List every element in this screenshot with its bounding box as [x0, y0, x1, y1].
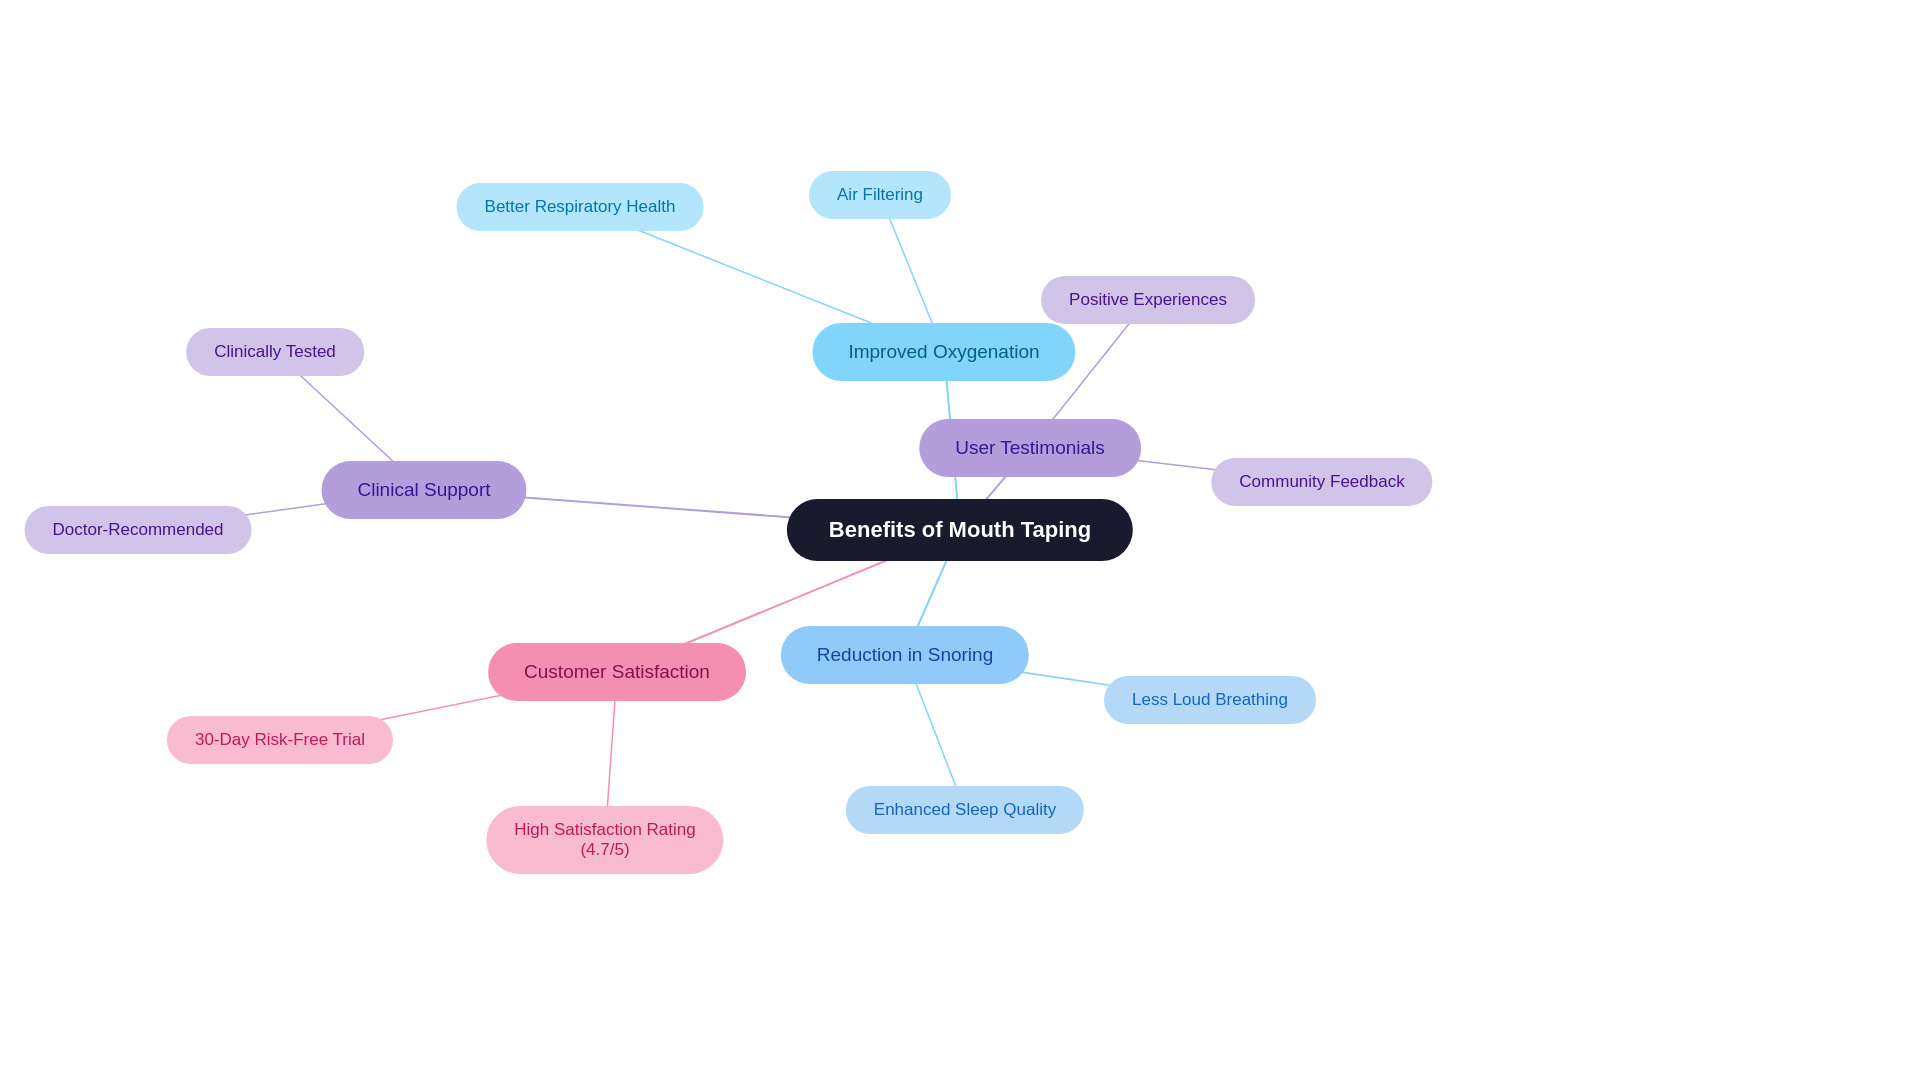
- mind-map: Benefits of Mouth Taping Improved Oxygena…: [0, 0, 1920, 1083]
- node-better-respiratory: Better Respiratory Health: [457, 183, 704, 231]
- node-customer-satisfaction: Customer Satisfaction: [488, 643, 746, 701]
- node-community-feedback: Community Feedback: [1211, 458, 1432, 506]
- node-air-filtering: Air Filtering: [809, 171, 951, 219]
- node-clinical-support: Clinical Support: [321, 461, 526, 519]
- node-high-satisfaction: High Satisfaction Rating (4.7/5): [486, 806, 723, 874]
- node-reduction-snoring: Reduction in Snoring: [781, 626, 1029, 684]
- node-user-testimonials: User Testimonials: [919, 419, 1141, 477]
- node-clinically-tested: Clinically Tested: [186, 328, 364, 376]
- node-risk-free-trial: 30-Day Risk-Free Trial: [167, 716, 393, 764]
- node-improved-oxygenation: Improved Oxygenation: [812, 323, 1075, 381]
- node-enhanced-sleep: Enhanced Sleep Quality: [846, 786, 1084, 834]
- node-less-loud-breathing: Less Loud Breathing: [1104, 676, 1316, 724]
- node-positive-experiences: Positive Experiences: [1041, 276, 1255, 324]
- node-center: Benefits of Mouth Taping: [787, 499, 1133, 561]
- node-doctor-recommended: Doctor-Recommended: [24, 506, 251, 554]
